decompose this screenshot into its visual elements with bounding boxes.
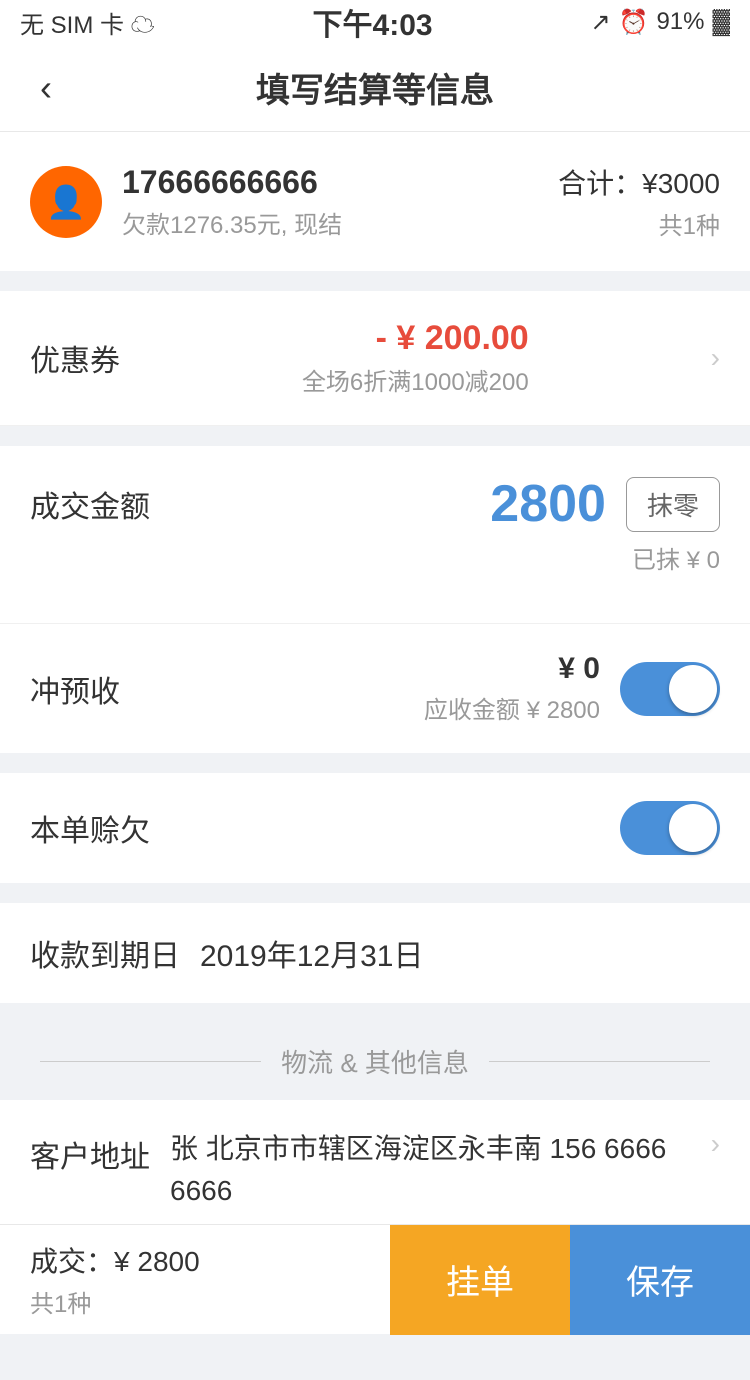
customer-left: 👤 17666666666 欠款1276.35元, 现结: [30, 164, 342, 240]
sim-text: 无 SIM 卡 ☁: [20, 5, 155, 40]
advance-row: 冲预收 ¥ 0 应收金额 ¥ 2800: [30, 652, 720, 725]
total-label-text: 合计：: [558, 168, 642, 199]
customer-sub: 欠款1276.35元, 现结: [122, 205, 342, 240]
advance-right: ¥ 0 应收金额 ¥ 2800: [424, 652, 720, 725]
battery-icon: ▓: [712, 8, 730, 36]
nav-bar: ‹ 填写结算等信息: [0, 44, 750, 132]
advance-sub: 应收金额 ¥ 2800: [424, 690, 600, 725]
coupon-card: 优惠券 - ¥ 200.00 全场6折满1000减200 ›: [0, 291, 750, 426]
status-left: 无 SIM 卡 ☁: [20, 5, 155, 40]
round-zero-button[interactable]: 抹零: [626, 477, 720, 532]
bottom-title-row: 成交：¥ 2800: [30, 1240, 360, 1280]
coupon-right: - ¥ 200.00 全场6折满1000减200: [302, 319, 529, 397]
bottom-bar: 成交：¥ 2800 共1种 挂单 保存: [0, 1224, 750, 1334]
address-chevron-icon: ›: [711, 1128, 720, 1160]
battery-text: 91%: [656, 8, 704, 36]
customer-total: 合计：¥3000 共1种: [558, 162, 720, 241]
coupon-row[interactable]: 优惠券 - ¥ 200.00 全场6折满1000减200 ›: [0, 291, 750, 426]
duedate-label: 收款到期日: [30, 931, 180, 975]
back-button[interactable]: ‹: [30, 57, 62, 119]
customer-details: 17666666666 欠款1276.35元, 现结: [122, 164, 342, 240]
coupon-amount: - ¥ 200.00: [302, 319, 529, 358]
address-section[interactable]: 客户地址 张 北京市市辖区海淀区永丰南 156 6666 6666 ›: [0, 1100, 750, 1240]
transaction-section: 成交金额 2800 抹零 已抹 ¥ 0: [0, 446, 750, 603]
save-button[interactable]: 保存: [570, 1225, 750, 1335]
bottom-info: 成交：¥ 2800 共1种: [0, 1240, 390, 1319]
debt-toggle[interactable]: [620, 801, 720, 855]
amount-right: 2800 抹零: [490, 474, 720, 534]
duedate-row: 收款到期日 2019年12月31日: [30, 931, 720, 975]
transaction-sub: 已抹 ¥ 0: [30, 540, 720, 575]
section-divider: 物流 & 其他信息: [0, 1023, 750, 1100]
advance-toggle[interactable]: [620, 662, 720, 716]
address-label: 客户地址: [30, 1128, 150, 1176]
divider-line-right: [489, 1061, 710, 1062]
coupon-desc: 全场6折满1000减200: [302, 362, 529, 397]
duedate-section: 收款到期日 2019年12月31日: [0, 903, 750, 1003]
customer-info-card: 👤 17666666666 欠款1276.35元, 现结 合计：¥3000 共1…: [0, 132, 750, 271]
chevron-right-icon: ›: [711, 342, 720, 374]
coupon-label: 优惠券: [30, 336, 120, 380]
debt-label: 本单赊欠: [30, 806, 150, 850]
page-title: 填写结算等信息: [256, 63, 494, 112]
advance-label: 冲预收: [30, 667, 120, 711]
main-content: 👤 17666666666 欠款1276.35元, 现结 合计：¥3000 共1…: [0, 132, 750, 1380]
location-icon: ↗: [590, 8, 610, 37]
address-value: 张 北京市市辖区海淀区永丰南 156 6666 6666: [170, 1128, 711, 1212]
amount-advance-card: 成交金额 2800 抹零 已抹 ¥ 0 冲预收 ¥ 0 应收金额 ¥ 2800: [0, 446, 750, 753]
duedate-value: 2019年12月31日: [200, 931, 423, 975]
transaction-label: 成交金额: [30, 482, 150, 526]
advance-amount: ¥ 0: [424, 652, 600, 686]
transaction-value: 2800: [490, 474, 606, 534]
advance-section: 冲预收 ¥ 0 应收金额 ¥ 2800: [0, 623, 750, 753]
debt-section: 本单赊欠: [0, 773, 750, 883]
bottom-amount: ¥ 2800: [114, 1246, 200, 1277]
status-bar: 无 SIM 卡 ☁ 下午4:03 ↗ ⏰ 91% ▓: [0, 0, 750, 44]
total-count: 共1种: [558, 206, 720, 241]
total-label: 合计：¥3000: [558, 162, 720, 202]
avatar: 👤: [30, 166, 102, 238]
bottom-title-label: 成交：: [30, 1246, 114, 1277]
total-amount-text: ¥3000: [642, 168, 720, 199]
divider-line-left: [40, 1061, 261, 1062]
alarm-icon: ⏰: [619, 8, 649, 37]
customer-phone: 17666666666: [122, 164, 342, 201]
bottom-count: 共1种: [30, 1284, 360, 1319]
status-right: ↗ ⏰ 91% ▓: [590, 8, 730, 37]
pending-button[interactable]: 挂单: [390, 1225, 570, 1335]
amount-row: 成交金额 2800 抹零: [30, 474, 720, 534]
divider-text: 物流 & 其他信息: [261, 1043, 489, 1080]
status-time: 下午4:03: [313, 0, 433, 44]
